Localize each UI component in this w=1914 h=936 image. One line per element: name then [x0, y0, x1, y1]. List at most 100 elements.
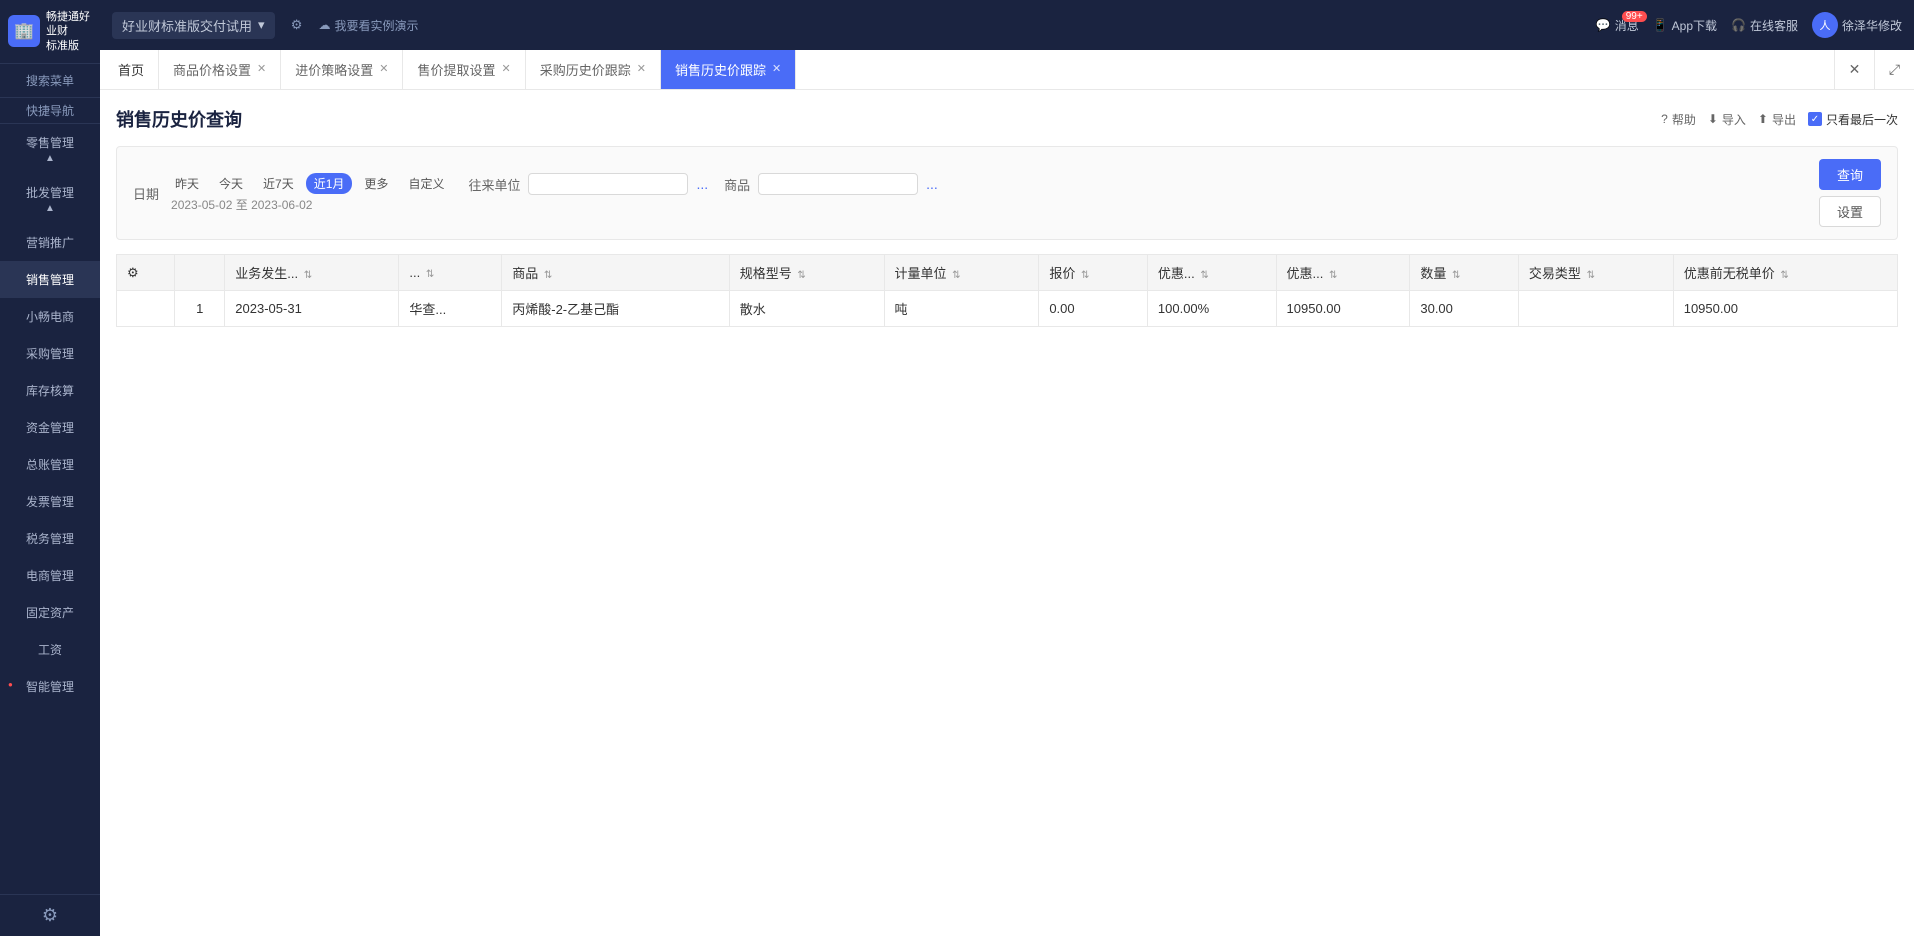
tab-close-icon[interactable]: ✕	[637, 64, 646, 75]
tab-close-icon[interactable]: ✕	[772, 64, 781, 75]
sidebar-item-inventory[interactable]: 库存核算	[0, 372, 100, 409]
sidebar-item-invoice[interactable]: 发票管理	[0, 483, 100, 520]
online-service-btn[interactable]: 🎧 在线客服	[1731, 17, 1798, 34]
maximize-tab-btn[interactable]: ⤢	[1874, 50, 1914, 90]
tab-end-actions: ✕ ⤢	[1834, 50, 1914, 90]
app-download-label: App下载	[1672, 17, 1717, 34]
source-filter-group: 往来单位 ...	[468, 173, 708, 195]
export-btn[interactable]: ⬆ 导出	[1758, 111, 1796, 128]
th-date[interactable]: 业务发生... ⇅	[225, 255, 399, 291]
app-selector[interactable]: 好业财标准版交付试用 ▾	[112, 12, 275, 39]
tab-purchase-strategy[interactable]: 进价策略设置 ✕	[281, 50, 403, 90]
th-discount2[interactable]: 优惠... ⇅	[1276, 255, 1410, 291]
user-info[interactable]: 人 徐泽华修改	[1812, 12, 1902, 38]
cell-more: 华查...	[399, 291, 502, 327]
source-label: 往来单位	[468, 175, 520, 194]
product-dots-btn[interactable]: ...	[926, 176, 938, 192]
sidebar-item-label: 销售管理	[26, 271, 74, 288]
sidebar-item-ecommerce[interactable]: 电商管理	[0, 557, 100, 594]
help-btn[interactable]: ? 帮助	[1661, 111, 1696, 128]
tab-purchase-history[interactable]: 采购历史价跟踪 ✕	[526, 50, 661, 90]
cell-discount2: 10950.00	[1276, 291, 1410, 327]
source-dots-btn[interactable]: ...	[696, 176, 708, 192]
th-gear[interactable]: ⚙	[117, 255, 175, 291]
demo-btn[interactable]: ☁ 我要看实例演示	[319, 17, 419, 34]
cell-spec: 散水	[729, 291, 884, 327]
sidebar-item-wholesale[interactable]: 批发管理 ▲	[0, 174, 100, 224]
cell-trade-type	[1518, 291, 1673, 327]
date-opt-last7[interactable]: 近7天	[255, 173, 302, 194]
sidebar-item-ecommerce-small[interactable]: 小畅电商	[0, 298, 100, 335]
th-unit[interactable]: 计量单位 ⇅	[884, 255, 1039, 291]
product-filter-group: 商品 ...	[724, 173, 938, 195]
logo-icon: 🏢	[8, 15, 40, 47]
th-trade-type[interactable]: 交易类型 ⇅	[1518, 255, 1673, 291]
user-name: 徐泽华修改	[1842, 17, 1902, 34]
cell-discount1: 100.00%	[1147, 291, 1276, 327]
date-opt-custom[interactable]: 自定义	[400, 173, 452, 194]
sidebar-item-label: 库存核算	[26, 382, 74, 399]
import-btn[interactable]: ⬇ 导入	[1708, 111, 1746, 128]
expand-arrow-icon: ▲	[45, 203, 55, 214]
tab-label: 首页	[118, 60, 144, 79]
setting-btn[interactable]: 设置	[1819, 196, 1881, 227]
query-btn[interactable]: 查询	[1819, 159, 1881, 190]
th-spec[interactable]: 规格型号 ⇅	[729, 255, 884, 291]
expand-arrow-icon: ▲	[45, 153, 55, 164]
sidebar-item-assets[interactable]: 固定资产	[0, 594, 100, 631]
date-options: 昨天 今天 近7天 近1月 更多 自定义	[167, 173, 452, 194]
sidebar-item-payroll[interactable]: 工资	[0, 631, 100, 668]
th-qty[interactable]: 数量 ⇅	[1410, 255, 1519, 291]
tab-close-icon[interactable]: ✕	[502, 64, 511, 75]
app-download-btn[interactable]: 📱 App下载	[1653, 17, 1717, 34]
sidebar-item-label: 发票管理	[26, 493, 74, 510]
import-icon: ⬇	[1708, 112, 1718, 126]
export-icon: ⬆	[1758, 112, 1768, 126]
tab-home[interactable]: 首页	[104, 50, 159, 90]
table-row[interactable]: 1 2023-05-31 华查... 丙烯酸-2-乙基己酯 散水 吨 0.00 …	[117, 291, 1898, 327]
tab-sale-history[interactable]: 销售历史价跟踪 ✕	[661, 50, 796, 90]
sort-icon: ⇅	[1200, 270, 1208, 281]
only-last-checkbox[interactable]: ✓ 只看最后一次	[1808, 111, 1898, 128]
tab-close-icon[interactable]: ✕	[379, 64, 388, 75]
sidebar-item-marketing[interactable]: 营销推广	[0, 224, 100, 261]
date-opt-more[interactable]: 更多	[356, 173, 396, 194]
th-discount1[interactable]: 优惠... ⇅	[1147, 255, 1276, 291]
product-input[interactable]	[758, 173, 918, 195]
cloud-icon: ☁	[319, 18, 331, 32]
sort-icon: ⇅	[1587, 270, 1595, 281]
th-product[interactable]: 商品 ⇅	[502, 255, 729, 291]
sidebar-item-smart[interactable]: ● 智能管理	[0, 668, 100, 705]
search-menu[interactable]: 搜索菜单	[0, 64, 100, 98]
date-label: 日期	[133, 184, 159, 203]
message-btn[interactable]: 💬 消息 99+	[1596, 17, 1639, 34]
date-opt-yesterday[interactable]: 昨天	[167, 173, 207, 194]
tab-sale-extract[interactable]: 售价提取设置 ✕	[403, 50, 525, 90]
sidebar-settings-btn[interactable]: ⚙	[0, 894, 100, 936]
sidebar-item-tax[interactable]: 税务管理	[0, 520, 100, 557]
sort-icon: ⇅	[797, 270, 805, 281]
sidebar-item-label: 固定资产	[26, 604, 74, 621]
sidebar-item-ledger[interactable]: 总账管理	[0, 446, 100, 483]
message-icon: 💬	[1596, 18, 1611, 32]
th-more[interactable]: ... ⇅	[399, 255, 502, 291]
message-badge: 99+	[1622, 11, 1647, 22]
checkbox-checked-icon: ✓	[1808, 112, 1822, 126]
header-gear-btn[interactable]: ⚙	[283, 11, 311, 39]
tab-bar: 首页 商品价格设置 ✕ 进价策略设置 ✕ 售价提取设置 ✕ 采购历史价跟踪 ✕ …	[100, 50, 1914, 90]
source-input[interactable]	[528, 173, 688, 195]
date-opt-last1m[interactable]: 近1月	[306, 173, 353, 194]
sidebar-item-sales[interactable]: 销售管理	[0, 261, 100, 298]
sidebar-item-finance[interactable]: 资金管理	[0, 409, 100, 446]
quick-nav[interactable]: 快捷导航	[0, 98, 100, 124]
th-pretax[interactable]: 优惠前无税单价 ⇅	[1673, 255, 1897, 291]
page-header: 销售历史价查询 ? 帮助 ⬇ 导入 ⬆ 导出 ✓ 只看最后一次	[116, 106, 1898, 132]
close-tab-btn[interactable]: ✕	[1834, 50, 1874, 90]
th-price[interactable]: 报价 ⇅	[1039, 255, 1148, 291]
sidebar-item-retail[interactable]: 零售管理 ▲	[0, 124, 100, 174]
date-opt-today[interactable]: 今天	[211, 173, 251, 194]
tab-close-icon[interactable]: ✕	[257, 64, 266, 75]
sidebar-item-label: 税务管理	[26, 530, 74, 547]
sidebar-item-purchase[interactable]: 采购管理	[0, 335, 100, 372]
tab-price-settings[interactable]: 商品价格设置 ✕	[159, 50, 281, 90]
